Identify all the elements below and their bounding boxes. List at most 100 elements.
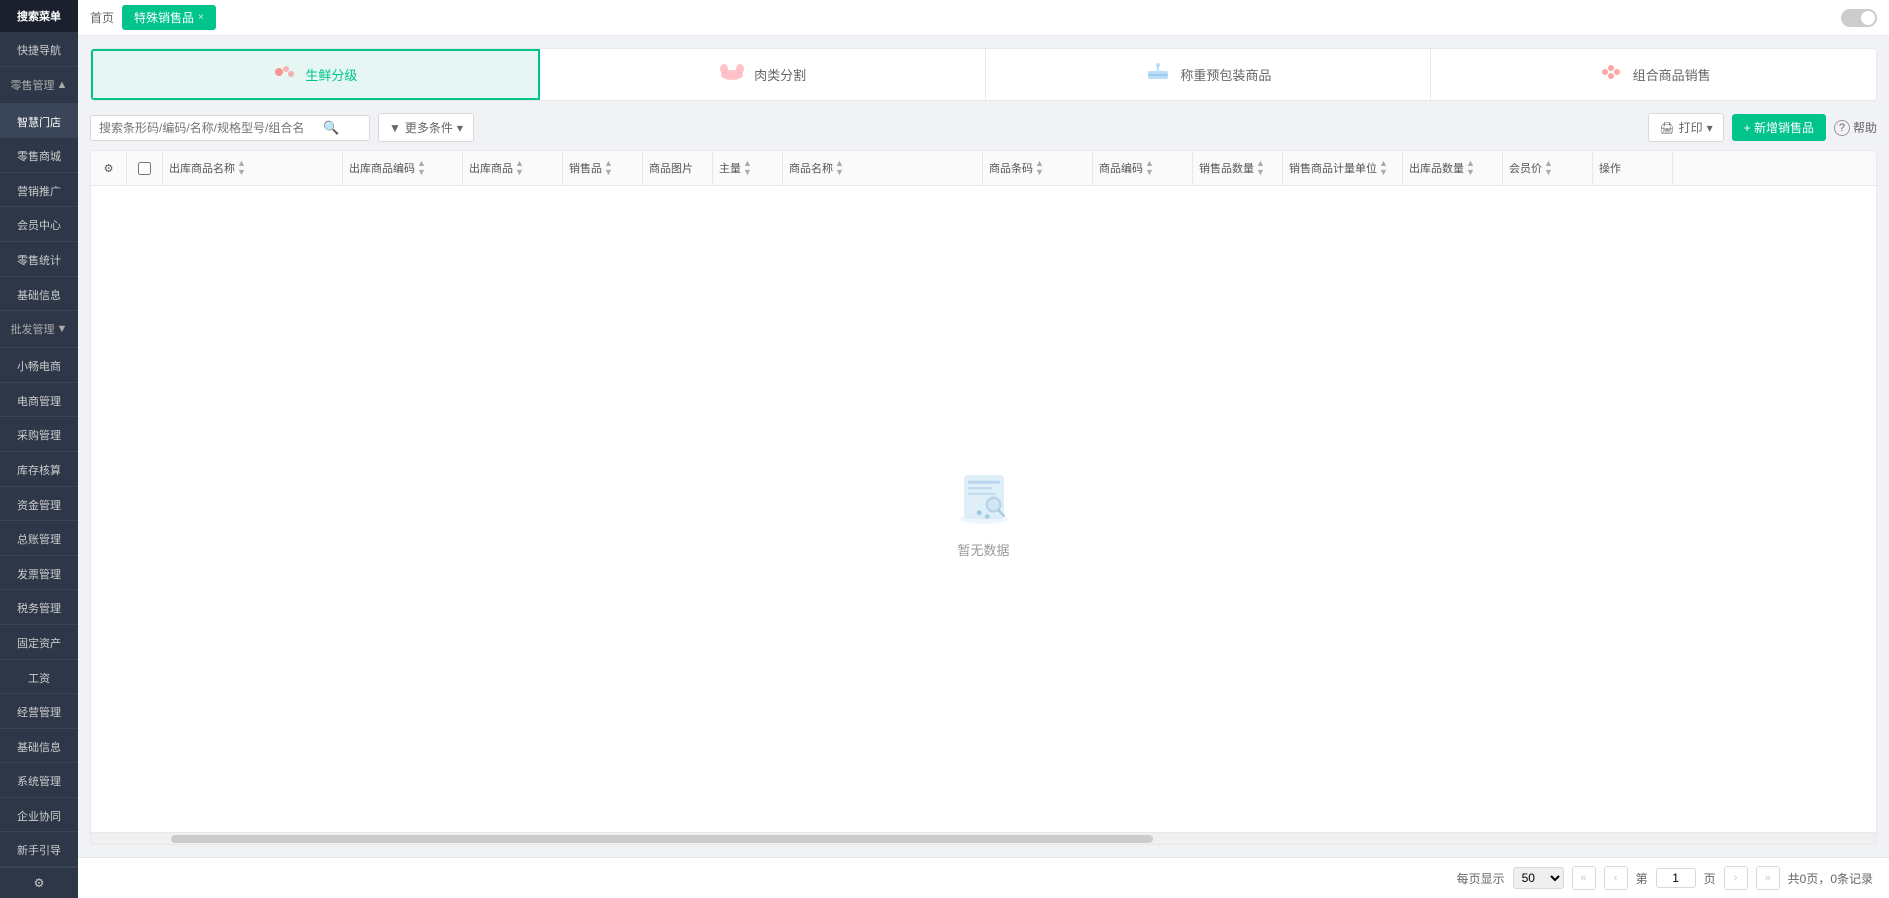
sidebar-item-资金管理[interactable]: 资金管理 [0, 487, 78, 522]
help-button[interactable]: ? 帮助 [1834, 119, 1877, 136]
sidebar-item-批发管理[interactable]: 批发管理 ▼ [0, 311, 78, 348]
sidebar-item-电商管理[interactable]: 电商管理 [0, 383, 78, 418]
sort-arrows-icon-12[interactable]: ▲▼ [1544, 159, 1553, 177]
empty-text: 暂无数据 [957, 540, 1009, 559]
col-label-销售品数量: 销售品数量 [1199, 160, 1254, 176]
search-input[interactable] [99, 121, 319, 135]
filter-label: 更多条件 [405, 119, 453, 136]
active-tab[interactable]: 特殊销售品 × [122, 5, 216, 30]
sidebar-logo[interactable]: 搜索菜单 [0, 0, 78, 32]
sidebar-item-固定资产[interactable]: 固定资产 [0, 625, 78, 660]
sidebar-item-零售商城[interactable]: 零售商城 [0, 138, 78, 173]
tab-icon-组合商品销售 [1597, 63, 1625, 86]
filter-button[interactable]: ▼ 更多条件 ▾ [378, 113, 474, 142]
tab-icon-称重预包装商品 [1144, 63, 1172, 86]
select-all-checkbox[interactable] [138, 162, 151, 175]
sidebar-item-发票管理[interactable]: 发票管理 [0, 556, 78, 591]
page-number-input[interactable] [1656, 868, 1696, 888]
th-商品条码[interactable]: 商品条码 ▲▼ [983, 151, 1093, 185]
prev-page-button[interactable]: ‹ [1604, 866, 1628, 890]
th-出库商品2[interactable]: 出库商品 ▲▼ [463, 151, 563, 185]
th-gear[interactable]: ⚙ [91, 151, 127, 185]
tab-label-称重预包装商品: 称重预包装商品 [1180, 65, 1271, 84]
tab-称重预包装商品[interactable]: 称重预包装商品 [986, 49, 1432, 100]
sidebar-item-零售统计[interactable]: 零售统计 [0, 242, 78, 277]
th-出库商品编码[interactable]: 出库商品编码 ▲▼ [343, 151, 463, 185]
th-销售品数量[interactable]: 销售品数量 ▲▼ [1193, 151, 1283, 185]
last-page-button[interactable]: » [1756, 866, 1780, 890]
per-page-select[interactable]: 10 20 50 100 [1513, 867, 1564, 889]
th-商品图片[interactable]: 商品图片 [643, 151, 713, 185]
sidebar-item-快捷导航[interactable]: 快捷导航 [0, 32, 78, 67]
tab-icon-肉类分割 [718, 63, 746, 86]
search-icon[interactable]: 🔍 [323, 120, 339, 136]
th-会员价[interactable]: 会员价 ▲▼ [1503, 151, 1593, 185]
sidebar-item-工资[interactable]: 工资 [0, 660, 78, 695]
th-商品编码[interactable]: 商品编码 ▲▼ [1093, 151, 1193, 185]
next-page-button[interactable]: › [1724, 866, 1748, 890]
search-box: 🔍 [90, 115, 370, 141]
sidebar-item-基础信息-2[interactable]: 基础信息 [0, 729, 78, 764]
th-商品名称[interactable]: 商品名称 ▲▼ [783, 151, 983, 185]
filter-icon: ▼ [389, 121, 401, 135]
sidebar-item-营销推广[interactable]: 营销推广 [0, 173, 78, 208]
sidebar-item-基础信息-1[interactable]: 基础信息 [0, 277, 78, 312]
user-toggle[interactable] [1841, 9, 1877, 27]
sort-arrows-icon-10[interactable]: ▲▼ [1379, 159, 1388, 177]
tab-组合商品销售[interactable]: 组合商品销售 [1431, 49, 1876, 100]
tab-icon-生鲜分级 [273, 63, 297, 86]
sidebar-item-小畅电商[interactable]: 小畅电商 [0, 348, 78, 383]
sidebar-item-总账管理[interactable]: 总账管理 [0, 521, 78, 556]
toolbar-left: 🔍 ▼ 更多条件 ▾ [90, 113, 474, 142]
sidebar-item-会员中心[interactable]: 会员中心 [0, 207, 78, 242]
col-label-出库商品名称: 出库商品名称 [169, 160, 235, 176]
table-container: ⚙ 出库商品名称 ▲▼ 出库商品编码 ▲▼ 出库商品 ▲▼ [90, 150, 1877, 845]
col-label-商品编码: 商品编码 [1099, 160, 1143, 176]
th-销售品[interactable]: 销售品 ▲▼ [563, 151, 643, 185]
sort-arrows-icon-4[interactable]: ▲▼ [604, 159, 613, 177]
pagination-bar: 每页显示 10 20 50 100 « ‹ 第 页 › » 共0页，0条记录 [78, 857, 1889, 898]
sort-arrows-icon-6[interactable]: ▲▼ [835, 159, 844, 177]
col-label-销售品: 销售品 [569, 160, 602, 176]
sort-arrows-icon-3[interactable]: ▲▼ [515, 159, 524, 177]
add-button[interactable]: + 新增销售品 [1732, 114, 1826, 141]
sidebar-item-智慧门店[interactable]: 智慧门店 [0, 104, 78, 139]
col-label-出库品数量: 出库品数量 [1409, 160, 1464, 176]
tab-生鲜分级[interactable]: 生鲜分级 [91, 49, 540, 100]
sidebar-item-税务管理[interactable]: 税务管理 [0, 590, 78, 625]
first-page-button[interactable]: « [1572, 866, 1596, 890]
help-icon: ? [1834, 120, 1850, 136]
scrollbar-thumb[interactable] [171, 835, 1153, 843]
horizontal-scrollbar[interactable] [91, 832, 1876, 844]
sort-arrows-icon[interactable]: ▲▼ [237, 159, 246, 177]
col-label-会员价: 会员价 [1509, 160, 1542, 176]
sidebar-item-系统管理[interactable]: 系统管理 [0, 763, 78, 798]
sidebar-item-库存核算[interactable]: 库存核算 [0, 452, 78, 487]
th-主量[interactable]: 主量 ▲▼ [713, 151, 783, 185]
th-销售商品计量单位[interactable]: 销售商品计量单位 ▲▼ [1283, 151, 1403, 185]
home-breadcrumb[interactable]: 首页 [90, 9, 114, 26]
print-button[interactable]: 🖨 打印 ▾ [1648, 113, 1723, 142]
sidebar-settings[interactable]: ⚙ [0, 867, 78, 898]
sidebar-item-新手引导[interactable]: 新手引导 [0, 832, 78, 867]
th-出库品数量[interactable]: 出库品数量 ▲▼ [1403, 151, 1503, 185]
sort-arrows-icon-8[interactable]: ▲▼ [1145, 159, 1154, 177]
tab-label-生鲜分级: 生鲜分级 [305, 65, 357, 84]
sidebar-item-经营管理[interactable]: 经营管理 [0, 694, 78, 729]
close-tab-icon[interactable]: × [198, 12, 204, 23]
sort-arrows-icon-2[interactable]: ▲▼ [417, 159, 426, 177]
sort-arrows-icon-5[interactable]: ▲▼ [743, 159, 752, 177]
sidebar-item-零售管理[interactable]: 零售管理 ▲ [0, 67, 78, 104]
topbar: 首页 特殊销售品 × [78, 0, 1889, 36]
empty-state: 暂无数据 [91, 186, 1876, 832]
sort-arrows-icon-7[interactable]: ▲▼ [1035, 159, 1044, 177]
toolbar: 🔍 ▼ 更多条件 ▾ 🖨 打印 ▾ + 新增销售品 ? [90, 113, 1877, 142]
column-settings-icon[interactable]: ⚙ [104, 162, 114, 175]
sort-arrows-icon-11[interactable]: ▲▼ [1466, 159, 1475, 177]
sidebar-item-采购管理[interactable]: 采购管理 [0, 417, 78, 452]
th-出库商品名称[interactable]: 出库商品名称 ▲▼ [163, 151, 343, 185]
sidebar-item-企业协同[interactable]: 企业协同 [0, 798, 78, 833]
th-check[interactable] [127, 151, 163, 185]
tab-肉类分割[interactable]: 肉类分割 [540, 49, 986, 100]
sort-arrows-icon-9[interactable]: ▲▼ [1256, 159, 1265, 177]
